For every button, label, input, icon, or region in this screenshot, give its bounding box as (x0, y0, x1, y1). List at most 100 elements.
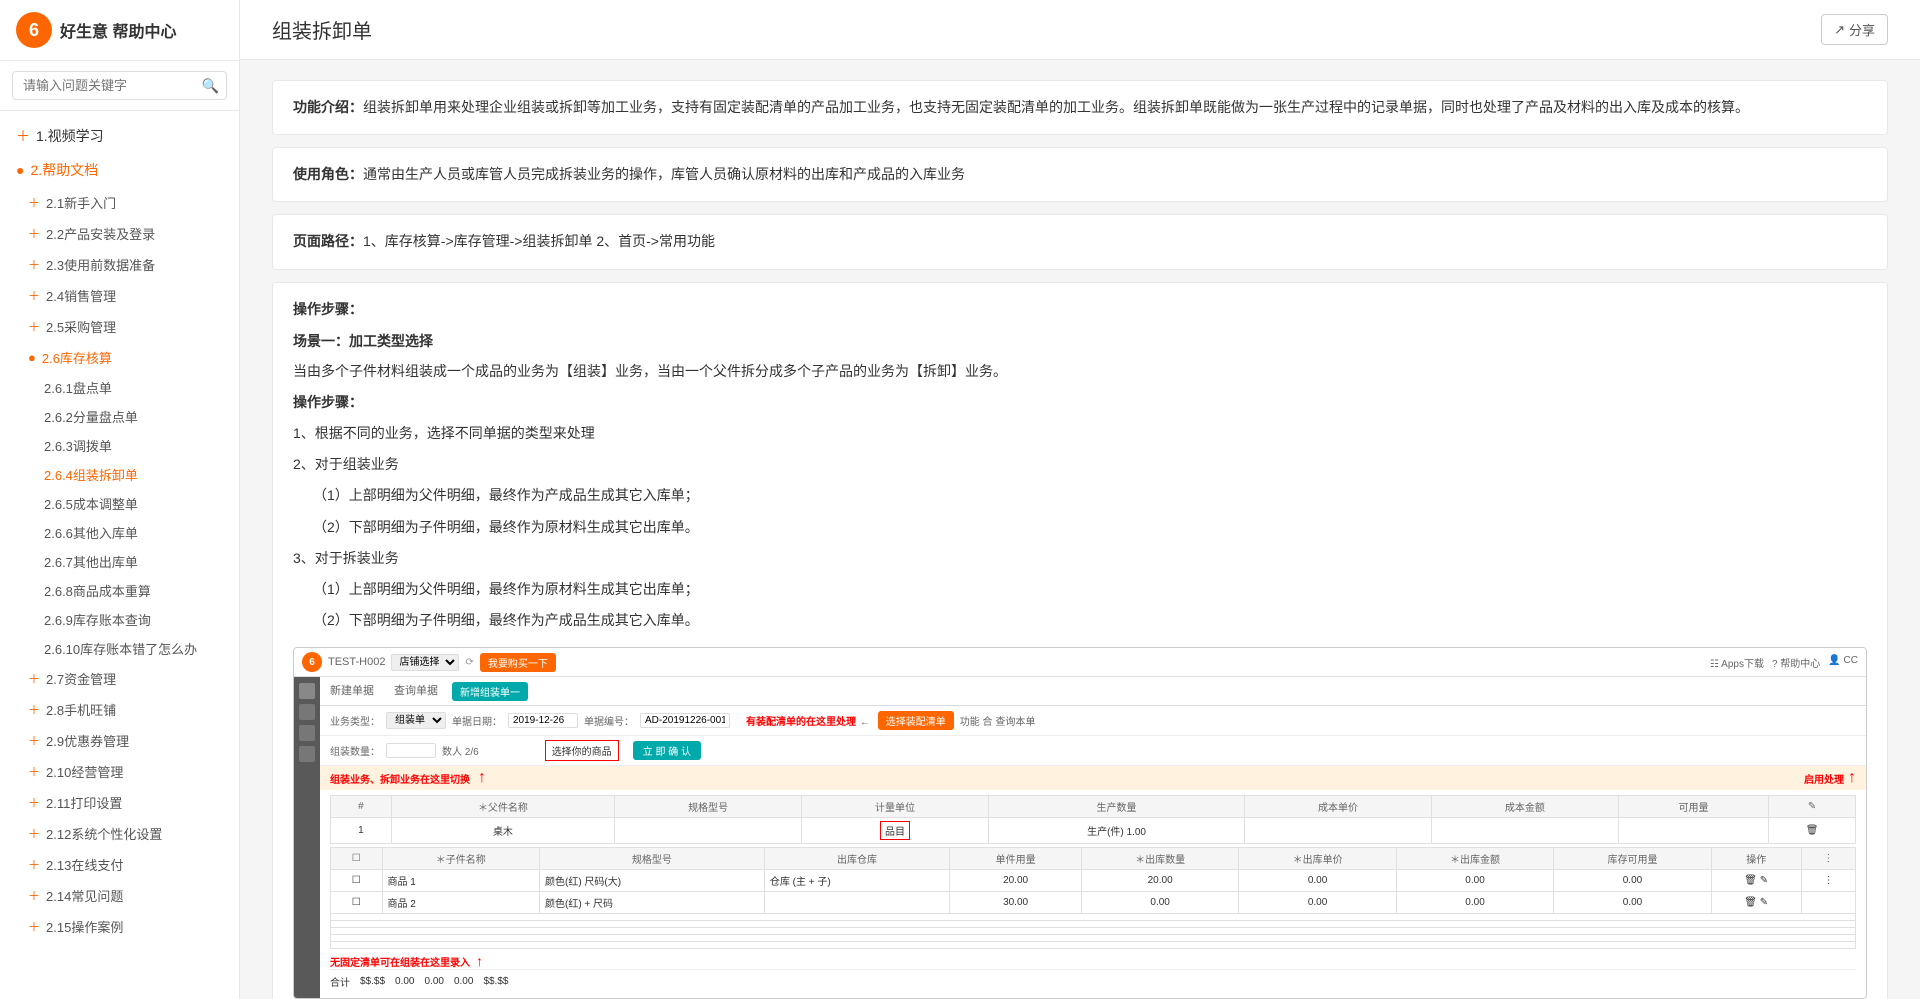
mock-ltd-goods2: 商品 2 (382, 892, 539, 914)
scenario1-title: 场景一：加工类型选择 (293, 331, 1867, 351)
nav-subgroup-215: ＋ 2.15操作案例 (0, 911, 239, 942)
mock-bom-btn[interactable]: 选择装配清单 (878, 711, 954, 730)
mock-red-input-td[interactable]: 品目 (880, 821, 910, 840)
label: 2.7资金管理 (46, 669, 116, 688)
sidebar-search-area: 🔍 (0, 61, 239, 111)
sidebar-item-online-pay[interactable]: ＋ 2.13在线支付 (0, 849, 239, 880)
sidebar-item-video-learning[interactable]: ＋ 1.视频学习 (0, 119, 239, 153)
mock-new-btn[interactable]: 我要购买一下 (480, 653, 556, 672)
mock-tab-new[interactable]: 新建单据 (320, 677, 384, 705)
mock-lth-spec: 规格型号 (539, 848, 764, 870)
label: 2.10经营管理 (46, 762, 123, 781)
mock-total-3: 0.00 (425, 976, 444, 987)
mock-upper-row1: 1 桌木 品目 生产(件) 1.00 (331, 818, 1856, 844)
sidebar-item-cases[interactable]: ＋ 2.15操作案例 (0, 911, 239, 942)
nav-sub-2: ＋ 2.1新手入门 ＋ 2.2产品安装及登录 ＋ 2.3使用前数据准备 (0, 187, 239, 942)
nav-subgroup-28: ＋ 2.8手机旺铺 (0, 694, 239, 725)
label: 2.1新手入门 (46, 193, 116, 212)
sidebar-item-cost-recalc[interactable]: 2.6.8商品成本重算 (0, 576, 239, 605)
mock-user-icon: 👤 CC (1828, 655, 1858, 670)
nav-subgroup-214: ＋ 2.14常见问题 (0, 880, 239, 911)
mock-tab-list[interactable]: 查询单据 (384, 677, 448, 705)
mock-logo: 6 (302, 652, 322, 672)
sidebar-item-cost-adjust[interactable]: 2.6.5成本调整单 (0, 489, 239, 518)
mock-confirm-btn[interactable]: 立 即 确 认 (633, 741, 701, 760)
mock-field-type-label: 业务类型： (330, 713, 380, 728)
label: 2.13在线支付 (46, 855, 123, 874)
sidebar-item-coupon[interactable]: ＋ 2.9优惠券管理 (0, 725, 239, 756)
mock-store-select[interactable]: 店铺选择 (391, 654, 459, 671)
sidebar-item-partial-check[interactable]: 2.6.2分量盘点单 (0, 402, 239, 431)
label: 2.12系统个性化设置 (46, 824, 162, 843)
mock-ltd-wh2 (764, 892, 949, 914)
mock-td-1: 1 (331, 818, 392, 844)
mock-th-qty: 计量单位 (802, 796, 989, 818)
sidebar-item-ledger-fix[interactable]: 2.6.10库存账本错了怎么办 (0, 634, 239, 663)
mock-td-op1: 🗑 (1769, 818, 1856, 844)
search-input[interactable] (12, 71, 227, 100)
mock-ltd-tcost2: 0.00 (1396, 892, 1553, 914)
mock-lth-avail: 库存可用量 (1554, 848, 1711, 870)
role-text: 使用角色：通常由生产人员或库管人员完成拆装业务的操作，库管人员确认原材料的出库和… (293, 162, 1867, 187)
mock-annotation5-text: 选择你的商品 (552, 747, 612, 758)
sidebar-item-faq[interactable]: ＋ 2.14常见问题 (0, 880, 239, 911)
sidebar-item-inventory-check[interactable]: 2.6.1盘点单 (0, 373, 239, 402)
mock-refresh-icon: ⟳ (465, 657, 473, 668)
mock-form-area: 新建单据 查询单据 新增组装单一 业务类型： 组装单 单据日期： 单据编号： (320, 677, 1866, 998)
mock-ltd-op2: 🗑 ✎ (1711, 892, 1801, 914)
nav-group-2: ● 2.帮助文档 ＋ 2.1新手入门 ＋ 2.2产品安装及登录 (0, 153, 239, 942)
sidebar-item-data-prep[interactable]: ＋ 2.3使用前数据准备 (0, 249, 239, 280)
sidebar-item-print[interactable]: ＋ 2.11打印设置 (0, 787, 239, 818)
sidebar-item-other-out[interactable]: 2.6.7其他出库单 (0, 547, 239, 576)
mock-field-no-input[interactable] (640, 713, 730, 728)
mock-td-avail1 (1618, 818, 1768, 844)
search-button[interactable]: 🔍 (202, 77, 219, 94)
mock-th-goods: ＊父件名称 (391, 796, 615, 818)
steps-section: 操作步骤： 场景一：加工类型选择 当由多个子件材料组装成一个成品的业务为【组装】… (272, 282, 1888, 999)
nav-subgroup-29: ＋ 2.9优惠券管理 (0, 725, 239, 756)
mock-lower-row5 (331, 928, 1856, 935)
sidebar-item-ledger-query[interactable]: 2.6.9库存账本查询 (0, 605, 239, 634)
mock-fields-row2: 组装数量： 数人 2/6 选择你的商品 立 即 确 认 (320, 736, 1866, 766)
expand-icon: ＋ (28, 856, 40, 873)
mock-ltd-uqty1: 20.00 (950, 870, 1082, 892)
path-block: 页面路径：1、库存核算->库存管理->组装拆卸单 2、首页->常用功能 (272, 214, 1888, 269)
expand-icon: ＋ (28, 887, 40, 904)
mock-ltd-tcost1: 0.00 (1396, 870, 1553, 892)
mock-ltd-ucost2: 0.00 (1239, 892, 1396, 914)
mock-ltd-chk2: ☐ (331, 892, 383, 914)
intro-text: 功能介绍：组装拆卸单用来处理企业组装或拆卸等加工业务，支持有固定装配清单的产品加… (293, 95, 1867, 120)
sidebar-item-other-in[interactable]: 2.6.6其他入库单 (0, 518, 239, 547)
share-button[interactable]: ↗ 分享 (1821, 14, 1888, 45)
mock-lth-unitqty: 单件用量 (950, 848, 1082, 870)
sidebar-item-finance[interactable]: ＋ 2.7资金管理 (0, 663, 239, 694)
step2-1: （1）上部明细为父件明细，最终作为产成品生成其它入库单； (293, 483, 1867, 508)
sidebar-item-new-user[interactable]: ＋ 2.1新手入门 (0, 187, 239, 218)
mock-qty-input[interactable] (386, 743, 436, 758)
sidebar-item-transfer[interactable]: 2.6.3调拨单 (0, 431, 239, 460)
sidebar-item-assembly[interactable]: 2.6.4组装拆卸单 (0, 460, 239, 489)
nav-subgroup-24: ＋ 2.4销售管理 (0, 280, 239, 311)
mock-th-unitqty: 生产数量 (988, 796, 1244, 818)
sidebar-item-help-docs[interactable]: ● 2.帮助文档 (0, 153, 239, 187)
mock-th-spec: 规格型号 (615, 796, 802, 818)
sidebar-item-mobile[interactable]: ＋ 2.8手机旺铺 (0, 694, 239, 725)
label: 2.3使用前数据准备 (46, 255, 155, 274)
sidebar-item-sales[interactable]: ＋ 2.4销售管理 (0, 280, 239, 311)
mock-total-label: 合计 (330, 974, 350, 989)
collapse-icon: ● (16, 162, 24, 178)
sidebar-item-inventory[interactable]: ● 2.6库存核算 (0, 342, 239, 373)
mock-help-icon: ? 帮助中心 (1772, 655, 1820, 670)
mock-ltd-goods1: 商品 1 (382, 870, 539, 892)
intro-content: 组装拆卸单用来处理企业组装或拆卸等加工业务，支持有固定装配清单的产品加工业务，也… (363, 99, 1749, 115)
sidebar-item-purchase[interactable]: ＋ 2.5采购管理 (0, 311, 239, 342)
main-content: 组装拆卸单 ↗ 分享 功能介绍：组装拆卸单用来处理企业组装或拆卸等加工业务，支持… (240, 0, 1920, 999)
role-content: 通常由生产人员或库管人员完成拆装业务的操作，库管人员确认原材料的出库和产成品的入… (363, 166, 965, 182)
mock-field-date-input[interactable] (508, 713, 578, 728)
mock-input-red-box[interactable]: 选择你的商品 (545, 740, 619, 761)
sidebar-item-custom[interactable]: ＋ 2.12系统个性化设置 (0, 818, 239, 849)
mock-tab-btn-new[interactable]: 新增组装单一 (452, 682, 528, 701)
mock-field-type-select[interactable]: 组装单 (386, 712, 446, 729)
sidebar-item-operations[interactable]: ＋ 2.10经营管理 (0, 756, 239, 787)
sidebar-item-install-login[interactable]: ＋ 2.2产品安装及登录 (0, 218, 239, 249)
